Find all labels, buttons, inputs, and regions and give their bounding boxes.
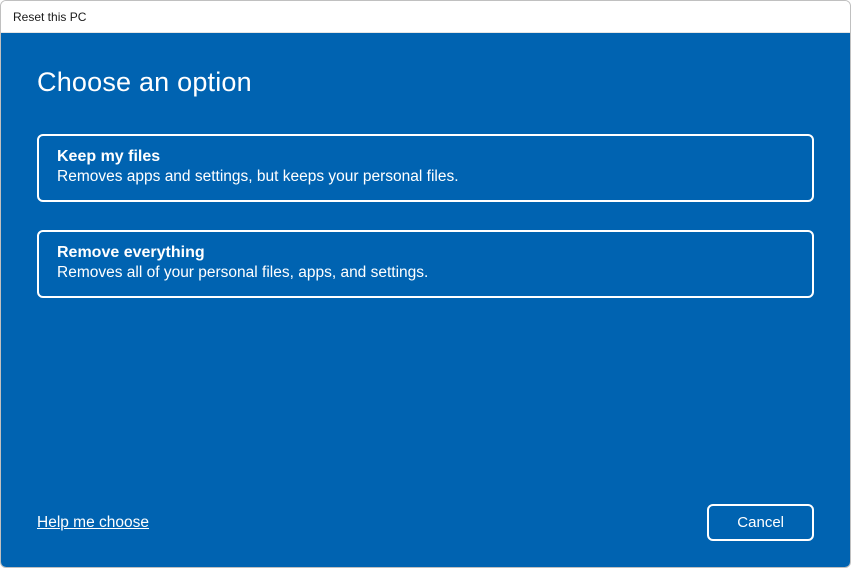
help-me-choose-link[interactable]: Help me choose: [37, 514, 149, 532]
option-description: Removes all of your personal files, apps…: [57, 264, 794, 282]
cancel-button[interactable]: Cancel: [707, 504, 814, 541]
titlebar: Reset this PC: [1, 1, 850, 33]
options-list: Keep my files Removes apps and settings,…: [37, 134, 814, 298]
dialog-content: Choose an option Keep my files Removes a…: [1, 33, 850, 567]
window-title: Reset this PC: [13, 10, 86, 24]
option-description: Removes apps and settings, but keeps you…: [57, 168, 794, 186]
option-title: Remove everything: [57, 244, 794, 262]
option-keep-my-files[interactable]: Keep my files Removes apps and settings,…: [37, 134, 814, 202]
option-remove-everything[interactable]: Remove everything Removes all of your pe…: [37, 230, 814, 298]
reset-pc-dialog: Reset this PC Choose an option Keep my f…: [0, 0, 851, 568]
page-title: Choose an option: [37, 67, 814, 98]
dialog-footer: Help me choose Cancel: [37, 504, 814, 541]
option-title: Keep my files: [57, 148, 794, 166]
